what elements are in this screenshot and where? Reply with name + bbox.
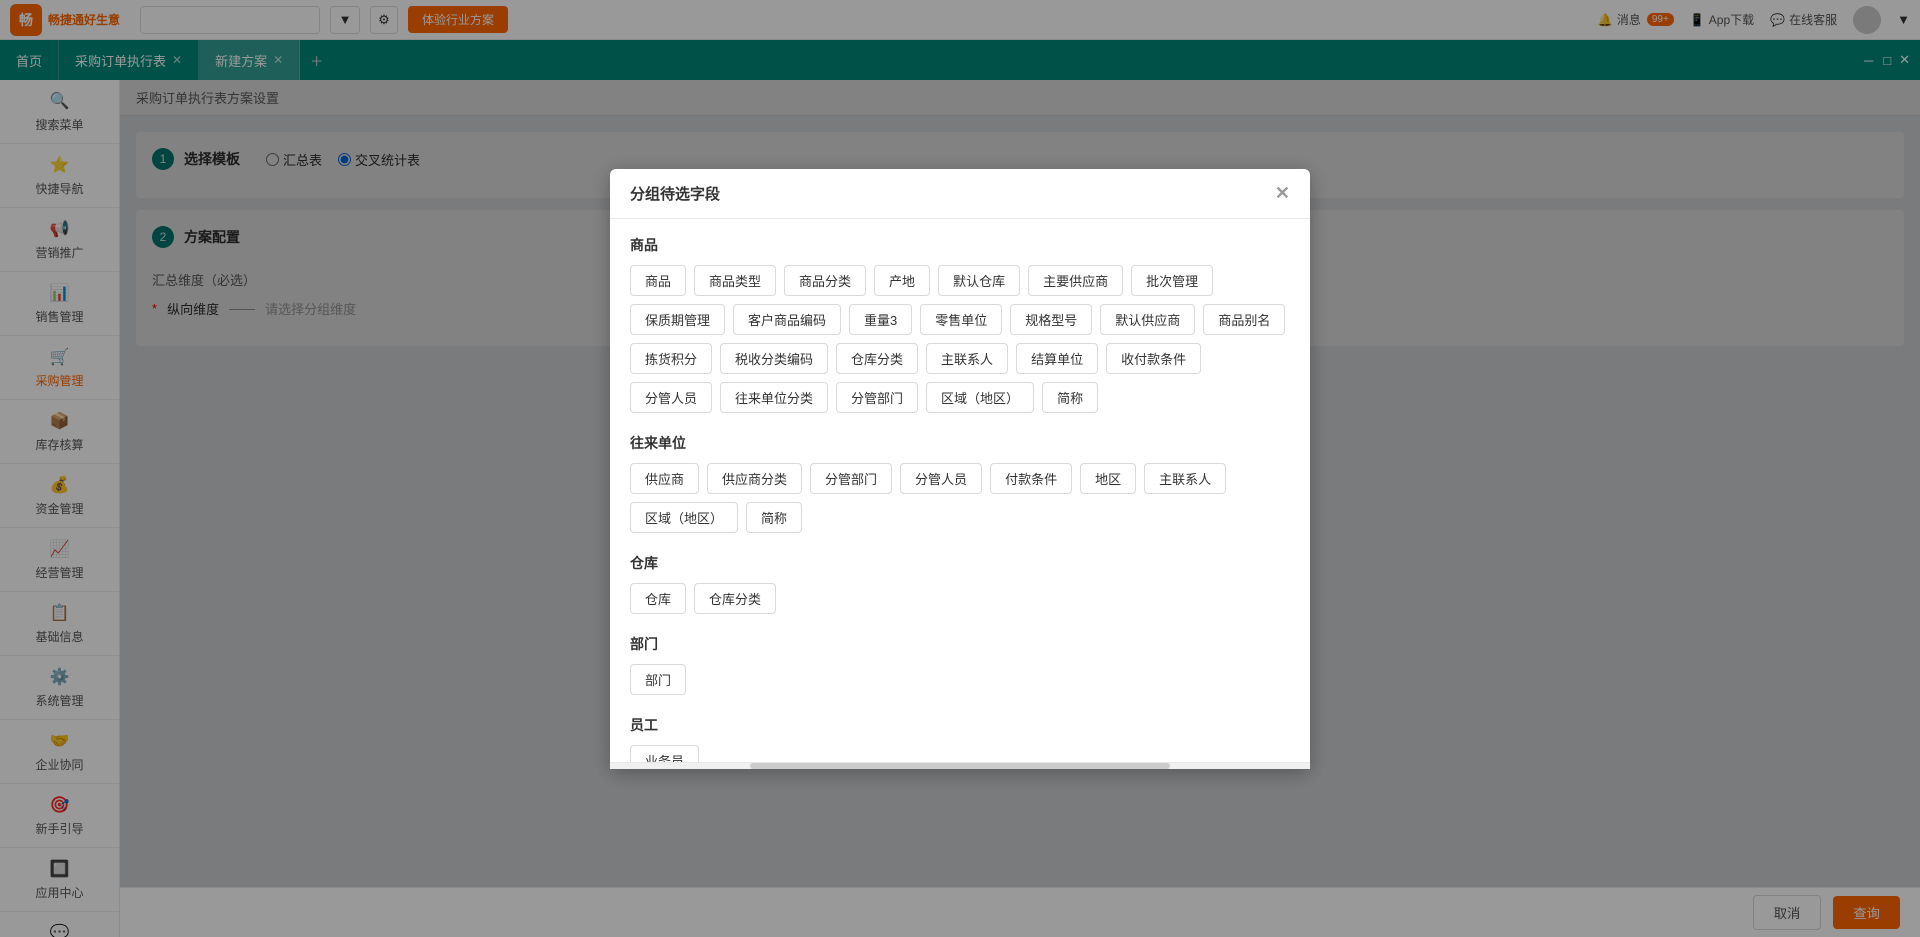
field-warehouse[interactable]: 仓库 bbox=[630, 583, 686, 614]
field-partner-category[interactable]: 往来单位分类 bbox=[720, 382, 828, 413]
field-partner-area[interactable]: 地区 bbox=[1080, 463, 1136, 494]
field-warehouse-cat[interactable]: 仓库分类 bbox=[694, 583, 776, 614]
field-payment-cond[interactable]: 付款条件 bbox=[990, 463, 1072, 494]
section-partner: 往来单位 供应商 供应商分类 分管部门 分管人员 付款条件 地区 主联系人 区域… bbox=[630, 433, 1290, 533]
field-partner-dept[interactable]: 分管部门 bbox=[810, 463, 892, 494]
field-short-name[interactable]: 简称 bbox=[1042, 382, 1098, 413]
field-weight3[interactable]: 重量3 bbox=[849, 304, 912, 335]
field-origin[interactable]: 产地 bbox=[874, 265, 930, 296]
section-dept: 部门 部门 bbox=[630, 634, 1290, 695]
dept-field-grid: 部门 bbox=[630, 664, 1290, 695]
field-main-contact[interactable]: 主联系人 bbox=[926, 343, 1008, 374]
section-employee-title: 员工 bbox=[630, 715, 1290, 735]
field-supplier[interactable]: 供应商 bbox=[630, 463, 699, 494]
section-dept-title: 部门 bbox=[630, 634, 1290, 654]
section-product-title: 商品 bbox=[630, 235, 1290, 255]
field-product[interactable]: 商品 bbox=[630, 265, 686, 296]
product-field-grid: 商品 商品类型 商品分类 产地 默认仓库 主要供应商 批次管理 保质期管理 客户… bbox=[630, 265, 1290, 413]
field-expiry-mgmt[interactable]: 保质期管理 bbox=[630, 304, 725, 335]
partner-field-grid: 供应商 供应商分类 分管部门 分管人员 付款条件 地区 主联系人 区域（地区） … bbox=[630, 463, 1290, 533]
modal-header: 分组待选字段 ✕ bbox=[610, 169, 1310, 219]
field-salesperson[interactable]: 业务员 bbox=[630, 745, 699, 763]
field-supervisor[interactable]: 分管人员 bbox=[630, 382, 712, 413]
field-settlement-unit[interactable]: 结算单位 bbox=[1016, 343, 1098, 374]
field-partner-region[interactable]: 区域（地区） bbox=[630, 502, 738, 533]
section-partner-title: 往来单位 bbox=[630, 433, 1290, 453]
field-product-alias[interactable]: 商品别名 bbox=[1203, 304, 1285, 335]
modal-body[interactable]: 商品 商品 商品类型 商品分类 产地 默认仓库 主要供应商 批次管理 保质期管理… bbox=[610, 219, 1310, 763]
field-selection-modal: 分组待选字段 ✕ 商品 商品 商品类型 商品分类 产地 默认仓库 主要供应商 批… bbox=[610, 169, 1310, 769]
field-default-warehouse[interactable]: 默认仓库 bbox=[938, 265, 1020, 296]
field-area-region[interactable]: 区域（地区） bbox=[926, 382, 1034, 413]
field-partner-contact[interactable]: 主联系人 bbox=[1144, 463, 1226, 494]
field-spec-model[interactable]: 规格型号 bbox=[1010, 304, 1092, 335]
field-warehouse-category[interactable]: 仓库分类 bbox=[836, 343, 918, 374]
modal-close-button[interactable]: ✕ bbox=[1275, 183, 1290, 204]
field-product-category[interactable]: 商品分类 bbox=[784, 265, 866, 296]
section-employee: 员工 业务员 bbox=[630, 715, 1290, 763]
field-dept[interactable]: 部门 bbox=[630, 664, 686, 695]
modal-title: 分组待选字段 bbox=[630, 183, 720, 204]
warehouse-field-grid: 仓库 仓库分类 bbox=[630, 583, 1290, 614]
employee-field-grid: 业务员 bbox=[630, 745, 1290, 763]
field-customer-code[interactable]: 客户商品编码 bbox=[733, 304, 841, 335]
field-main-supplier[interactable]: 主要供应商 bbox=[1028, 265, 1123, 296]
field-batch-mgmt[interactable]: 批次管理 bbox=[1131, 265, 1213, 296]
field-partner-person[interactable]: 分管人员 bbox=[900, 463, 982, 494]
field-default-supplier[interactable]: 默认供应商 bbox=[1100, 304, 1195, 335]
field-pick-points[interactable]: 拣货积分 bbox=[630, 343, 712, 374]
field-product-type[interactable]: 商品类型 bbox=[694, 265, 776, 296]
field-tax-code[interactable]: 税收分类编码 bbox=[720, 343, 828, 374]
field-payment-terms[interactable]: 收付款条件 bbox=[1106, 343, 1201, 374]
modal-hscroll-thumb bbox=[750, 763, 1170, 768]
field-dept-supervisor[interactable]: 分管部门 bbox=[836, 382, 918, 413]
field-partner-short[interactable]: 简称 bbox=[746, 502, 802, 533]
section-warehouse-title: 仓库 bbox=[630, 553, 1290, 573]
modal-overlay: 分组待选字段 ✕ 商品 商品 商品类型 商品分类 产地 默认仓库 主要供应商 批… bbox=[0, 0, 1920, 937]
modal-horizontal-scrollbar[interactable] bbox=[610, 762, 1310, 768]
field-supplier-category[interactable]: 供应商分类 bbox=[707, 463, 802, 494]
section-product: 商品 商品 商品类型 商品分类 产地 默认仓库 主要供应商 批次管理 保质期管理… bbox=[630, 235, 1290, 413]
field-retail-unit[interactable]: 零售单位 bbox=[920, 304, 1002, 335]
section-warehouse: 仓库 仓库 仓库分类 bbox=[630, 553, 1290, 614]
